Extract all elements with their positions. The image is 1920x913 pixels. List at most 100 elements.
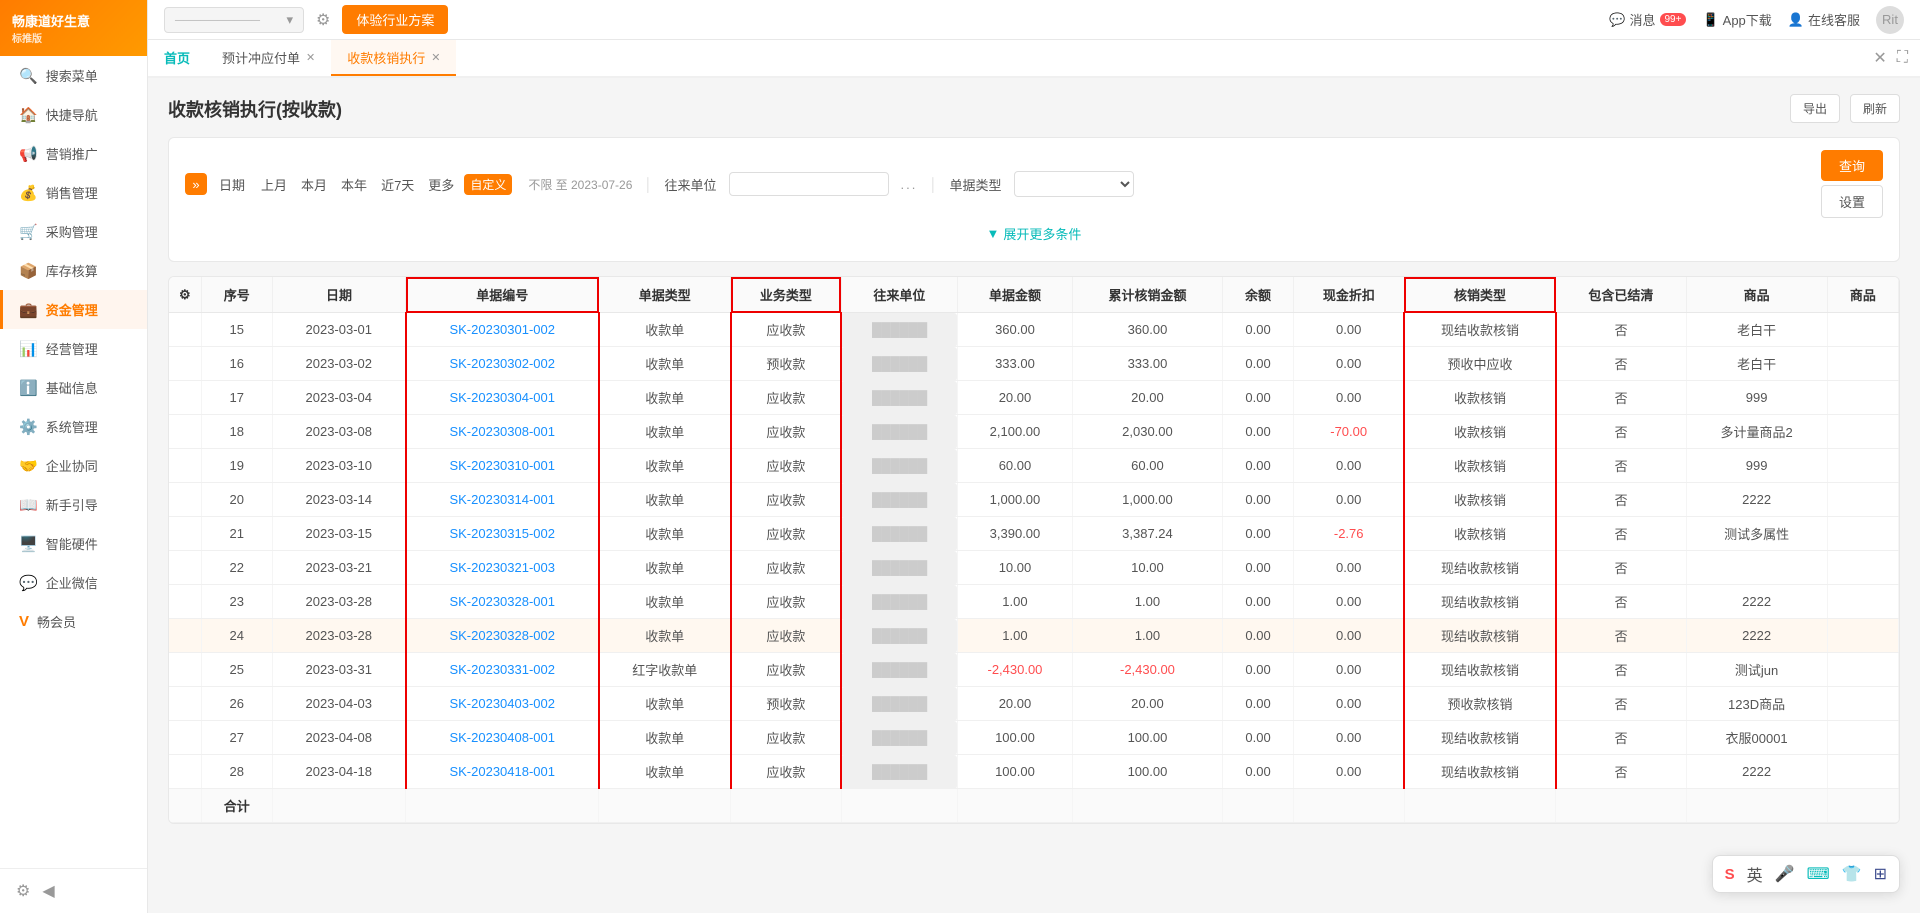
table-cell: 60.00 — [1072, 449, 1222, 483]
online-service-btn[interactable]: 👤 在线客服 — [1788, 10, 1860, 29]
sidebar-item-shortcut[interactable]: 🏠 快捷导航 — [0, 95, 147, 134]
topbar-gear-icon[interactable]: ⚙ — [316, 10, 330, 30]
sidebar-item-operations[interactable]: 📊 经营管理 — [0, 329, 147, 368]
filter-separator-1: │ — [644, 177, 652, 192]
table-cell: 否 — [1556, 449, 1686, 483]
topbar-selector[interactable]: ────────── ▾ — [164, 7, 304, 33]
table-cell — [1827, 517, 1898, 551]
ime-shirt-icon[interactable]: 👕 — [1842, 864, 1862, 884]
sidebar-item-member[interactable]: V 畅会员 — [0, 602, 147, 641]
filter-dots[interactable]: ... — [901, 177, 918, 192]
query-btn[interactable]: 查询 — [1821, 150, 1883, 181]
date-opt-last-month[interactable]: 上月 — [257, 173, 291, 196]
table-cell: SK-20230328-002 — [406, 619, 599, 653]
table-cell: 2222 — [1686, 755, 1827, 789]
doc-no-link[interactable]: SK-20230304-001 — [449, 390, 555, 405]
page-title-row: 收款核销执行(按收款) 导出 刷新 — [168, 94, 1900, 123]
sidebar-item-purchase[interactable]: 🛒 采购管理 — [0, 212, 147, 251]
tab-receipt-verify[interactable]: 收款核销执行 ✕ — [331, 40, 456, 76]
table-cell: -2,430.00 — [957, 653, 1072, 687]
date-opt-this-month[interactable]: 本月 — [297, 173, 331, 196]
table-row: 182023-03-08SK-20230308-001收款单应收款██████2… — [169, 415, 1899, 449]
totals-cell: 合计 — [201, 789, 272, 823]
date-opt-custom[interactable]: 自定义 — [464, 174, 512, 195]
ime-mic-icon[interactable]: 🎤 — [1775, 864, 1795, 884]
date-opt-this-year[interactable]: 本年 — [337, 173, 371, 196]
operations-icon: 📊 — [19, 340, 38, 358]
table-cell: 2023-03-02 — [272, 347, 405, 381]
table-cell: 15 — [201, 313, 272, 347]
doc-type-select[interactable] — [1014, 171, 1134, 197]
expand-more-btn[interactable]: ▼ 展开更多条件 — [185, 218, 1883, 249]
sidebar-item-finance[interactable]: 💼 资金管理 — [0, 290, 147, 329]
sidebar-item-label: 企业微信 — [46, 573, 98, 592]
user-avatar[interactable]: Rit — [1876, 6, 1904, 34]
tab-receipt-close[interactable]: ✕ — [431, 51, 440, 64]
table-cell — [169, 585, 201, 619]
ime-grid-icon[interactable]: ⊞ — [1874, 864, 1887, 884]
app-download-btn[interactable]: 📱 App下载 — [1702, 10, 1771, 29]
date-opt-more[interactable]: 更多 — [424, 173, 458, 196]
doc-no-link[interactable]: SK-20230315-002 — [449, 526, 555, 541]
doc-no-link[interactable]: SK-20230408-001 — [449, 730, 555, 745]
messages-btn[interactable]: 💬 消息 99+ — [1609, 10, 1686, 29]
settings-bottom-icon[interactable]: ⚙ — [16, 881, 30, 901]
totals-cell — [272, 789, 405, 823]
table-cell: 25 — [201, 653, 272, 687]
tab-payable[interactable]: 预计冲应付单 ✕ — [206, 40, 331, 76]
tab-home[interactable]: 首页 — [148, 40, 206, 76]
sidebar-item-search[interactable]: 🔍 搜索菜单 — [0, 56, 147, 95]
table-cell: 收款单 — [599, 721, 731, 755]
sidebar-item-marketing[interactable]: 📢 营销推广 — [0, 134, 147, 173]
sidebar-item-basic[interactable]: ℹ️ 基础信息 — [0, 368, 147, 407]
sidebar-item-hardware[interactable]: 🖥️ 智能硬件 — [0, 524, 147, 563]
tab-fullscreen-icon[interactable]: ⛶ — [1897, 49, 1908, 67]
table-cell: 2023-04-18 — [272, 755, 405, 789]
date-opt-7days[interactable]: 近7天 — [377, 173, 418, 196]
doc-no-link[interactable]: SK-20230302-002 — [449, 356, 555, 371]
doc-no-link[interactable]: SK-20230308-001 — [449, 424, 555, 439]
table-cell: 收款核销 — [1404, 449, 1555, 483]
table-cell: 2023-03-14 — [272, 483, 405, 517]
industry-solution-btn[interactable]: 体验行业方案 — [342, 5, 448, 34]
doc-no-link[interactable]: SK-20230328-001 — [449, 594, 555, 609]
filter-separator-2: │ — [929, 177, 937, 192]
selector-arrow: ▾ — [286, 12, 293, 28]
doc-no-link[interactable]: SK-20230328-002 — [449, 628, 555, 643]
table-cell: 2222 — [1686, 619, 1827, 653]
doc-no-link[interactable]: SK-20230314-001 — [449, 492, 555, 507]
sidebar-item-corp[interactable]: 🤝 企业协同 — [0, 446, 147, 485]
totals-cell — [1686, 789, 1827, 823]
refresh-btn[interactable]: 刷新 — [1850, 94, 1900, 123]
export-btn[interactable]: 导出 — [1790, 94, 1840, 123]
ime-keyboard-icon[interactable]: ⌨ — [1807, 864, 1830, 884]
filter-setting-btn[interactable]: 设置 — [1821, 185, 1883, 218]
tab-payable-close[interactable]: ✕ — [306, 51, 315, 64]
sidebar-item-wechat[interactable]: 💬 企业微信 — [0, 563, 147, 602]
partner-input[interactable] — [729, 172, 889, 196]
sidebar-item-guide[interactable]: 📖 新手引导 — [0, 485, 147, 524]
tab-close-all-icon[interactable]: ✕ — [1873, 48, 1886, 68]
doc-no-link[interactable]: SK-20230418-001 — [449, 764, 555, 779]
sidebar-item-inventory[interactable]: 📦 库存核算 — [0, 251, 147, 290]
sidebar-item-sales[interactable]: 💰 销售管理 — [0, 173, 147, 212]
table-cell: 现结收款核销 — [1404, 721, 1555, 755]
table-cell: 否 — [1556, 551, 1686, 585]
doc-no-link[interactable]: SK-20230321-003 — [449, 560, 555, 575]
doc-no-link[interactable]: SK-20230301-002 — [449, 322, 555, 337]
doc-no-link[interactable]: SK-20230310-001 — [449, 458, 555, 473]
table-cell: 1.00 — [1072, 619, 1222, 653]
sidebar-item-label: 经营管理 — [46, 339, 98, 358]
table-cell: 100.00 — [957, 721, 1072, 755]
sidebar-item-label: 快捷导航 — [46, 105, 98, 124]
table-cell: 2023-03-31 — [272, 653, 405, 687]
doc-no-link[interactable]: SK-20230403-002 — [449, 696, 555, 711]
table-cell: 100.00 — [1072, 721, 1222, 755]
filter-row: » 日期 上月 本月 本年 近7天 更多 自定义 不限 至 2023-07-26… — [185, 150, 1883, 218]
sidebar-item-system[interactable]: ⚙️ 系统管理 — [0, 407, 147, 446]
collapse-icon[interactable]: ◀ — [42, 881, 54, 901]
doc-no-link[interactable]: SK-20230331-002 — [449, 662, 555, 677]
ime-lang-label[interactable]: 英 — [1747, 862, 1763, 886]
filter-expand-btn[interactable]: » — [185, 173, 207, 195]
th-settings[interactable]: ⚙ — [169, 277, 201, 313]
